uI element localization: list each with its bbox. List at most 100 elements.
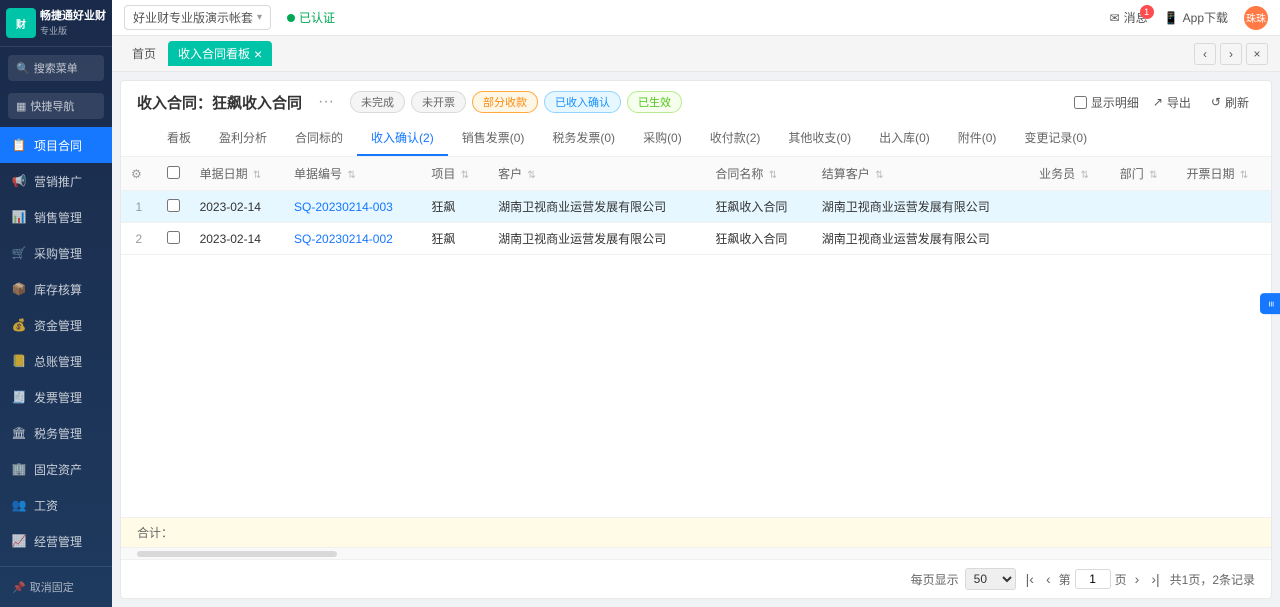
export-button[interactable]: ↗ 导出: [1147, 92, 1197, 113]
tab-其他收支[interactable]: 其他收支(0): [774, 121, 865, 156]
cell-settings: 2: [121, 223, 157, 255]
tab-出入库[interactable]: 出入库(0): [865, 121, 944, 156]
tab-盈利分析[interactable]: 盈利分析: [205, 121, 281, 156]
tab-income-contract[interactable]: 收入合同看板 ×: [168, 41, 272, 66]
tab-附件[interactable]: 附件(0): [944, 121, 1011, 156]
row-checkbox-1[interactable]: [167, 231, 180, 244]
finance-icon: 💰: [10, 316, 28, 334]
refresh-icon: ↺: [1211, 95, 1221, 109]
page-number-input[interactable]: [1075, 569, 1111, 589]
tab-税务发票[interactable]: 税务发票(0): [538, 121, 629, 156]
tab-close-icon[interactable]: ×: [254, 47, 262, 61]
sidebar-item-invoice[interactable]: 🧾 发票管理: [0, 379, 112, 415]
sort-contract-icon[interactable]: ⇅: [769, 170, 777, 181]
tab-收入确认[interactable]: 收入确认(2): [357, 121, 448, 156]
messages-button[interactable]: ✉ 消息 1: [1110, 9, 1148, 26]
prev-page-button[interactable]: ‹: [1042, 569, 1055, 589]
sidebar-item-marketing[interactable]: 📢 营销推广: [0, 163, 112, 199]
cell-project: 狂飙: [421, 223, 488, 255]
app-download-button[interactable]: 📱 App下载: [1164, 9, 1228, 26]
search-menu-button[interactable]: 🔍 搜索菜单: [8, 55, 104, 81]
sidebar-item-tax[interactable]: 🏛 税务管理: [0, 415, 112, 451]
cell-contract: 狂飙收入合同: [705, 191, 811, 223]
user-avatar-button[interactable]: 珠珠: [1244, 6, 1268, 30]
horizontal-scrollbar[interactable]: [137, 551, 337, 557]
scrollbar-row: [121, 547, 1271, 559]
status-tag-未完成[interactable]: 未完成: [350, 91, 405, 113]
th-salesman: 业务员 ⇅: [1029, 157, 1110, 191]
record-link-1[interactable]: SQ-20230214-002: [294, 232, 393, 246]
table-row[interactable]: 1 2023-02-14 SQ-20230214-003 狂飙 湖南卫视商业运营…: [121, 191, 1271, 223]
cell-customer: 湖南卫视商业运营发展有限公司: [488, 191, 705, 223]
cell-salesman: [1029, 191, 1110, 223]
cert-dot-icon: [287, 14, 295, 22]
sidebar-item-finance[interactable]: 💰 资金管理: [0, 307, 112, 343]
asset-icon: 🏢: [10, 460, 28, 478]
refresh-button[interactable]: ↺ 刷新: [1205, 92, 1255, 113]
sort-invoice-date-icon[interactable]: ⇅: [1240, 170, 1248, 181]
status-tag-已生效[interactable]: 已生效: [627, 91, 682, 113]
status-tag-已收入确认[interactable]: 已收入确认: [544, 91, 621, 113]
tab-看板[interactable]: 看板: [153, 121, 205, 156]
tab-prev-button[interactable]: ‹: [1194, 43, 1216, 65]
more-options-button[interactable]: ···: [314, 93, 338, 111]
cert-badge: 已认证: [287, 9, 335, 26]
detail-checkbox-input[interactable]: [1074, 96, 1087, 109]
sort-project-icon[interactable]: ⇅: [461, 170, 469, 181]
logo-sub: 专业版: [40, 24, 106, 37]
sort-customer-icon[interactable]: ⇅: [527, 170, 535, 181]
sidebar-item-label: 项目合同: [34, 137, 82, 154]
settings-icon[interactable]: ⚙: [131, 167, 142, 181]
record-link-0[interactable]: SQ-20230214-003: [294, 200, 393, 214]
first-page-button[interactable]: |‹: [1022, 569, 1038, 589]
next-page-button[interactable]: ›: [1131, 569, 1144, 589]
select-all-checkbox[interactable]: [167, 166, 180, 179]
sort-date-icon[interactable]: ⇅: [253, 170, 261, 181]
sort-salesman-icon[interactable]: ⇅: [1080, 170, 1088, 181]
sort-id-icon[interactable]: ⇅: [347, 170, 355, 181]
company-name: 好业财专业版演示帐套: [133, 9, 253, 26]
cell-settlement: 湖南卫视商业运营发展有限公司: [812, 191, 1029, 223]
sidebar-item-purchase[interactable]: 🛒 采购管理: [0, 235, 112, 271]
sort-dept-icon[interactable]: ⇅: [1149, 170, 1157, 181]
status-tag-部分收款[interactable]: 部分收款: [472, 91, 538, 113]
row-checkbox-0[interactable]: [167, 199, 180, 212]
per-page-select[interactable]: 50 100 200: [965, 568, 1016, 590]
total-info: 共1页，2条记录: [1170, 571, 1255, 588]
show-detail-checkbox[interactable]: 显示明细: [1074, 94, 1139, 111]
table-row[interactable]: 2 2023-02-14 SQ-20230214-002 狂飙 湖南卫视商业运营…: [121, 223, 1271, 255]
tab-变更记录[interactable]: 变更记录(0): [1010, 121, 1101, 156]
sort-settlement-icon[interactable]: ⇅: [875, 170, 883, 181]
sidebar: 财 畅捷通好业财 专业版 🔍 搜索菜单 ▦ 快捷导航 📋 项目合同 📢 营销推广…: [0, 0, 112, 607]
company-selector[interactable]: 好业财专业版演示帐套 ▾: [124, 5, 271, 30]
sidebar-item-inventory[interactable]: 📦 库存核算: [0, 271, 112, 307]
th-checkbox: [157, 157, 190, 191]
tab-next-button[interactable]: ›: [1220, 43, 1242, 65]
message-icon: ✉: [1110, 11, 1120, 25]
sidebar-item-project[interactable]: 📋 项目合同: [0, 127, 112, 163]
th-dept: 部门 ⇅: [1110, 157, 1177, 191]
sidebar-item-general[interactable]: 📒 总账管理: [0, 343, 112, 379]
cell-settings: 1: [121, 191, 157, 223]
cell-checkbox: [157, 223, 190, 255]
tab-收付款[interactable]: 收付款(2): [696, 121, 775, 156]
status-tag-未开票[interactable]: 未开票: [411, 91, 466, 113]
tab-采购[interactable]: 采购(0): [629, 121, 696, 156]
tab-销售发票[interactable]: 销售发票(0): [448, 121, 539, 156]
sidebar-item-report[interactable]: 📄 小畅报告: [0, 559, 112, 566]
unpin-button[interactable]: 📌 取消固定: [8, 575, 104, 599]
right-panel-icon[interactable]: ≡: [1260, 293, 1280, 315]
sidebar-item-hr[interactable]: 👥 工资: [0, 487, 112, 523]
sidebar-item-label: 销售管理: [34, 209, 82, 226]
total-row: 合计：: [121, 517, 1271, 547]
last-page-button[interactable]: ›|: [1147, 569, 1163, 589]
sidebar-item-operation[interactable]: 📈 经营管理: [0, 523, 112, 559]
sidebar-item-sales[interactable]: 📊 销售管理: [0, 199, 112, 235]
quick-nav-button[interactable]: ▦ 快捷导航: [8, 93, 104, 119]
sidebar-item-asset[interactable]: 🏢 固定资产: [0, 451, 112, 487]
tab-home[interactable]: 首页: [124, 41, 164, 66]
tab-close-all-button[interactable]: ×: [1246, 43, 1268, 65]
topbar: 好业财专业版演示帐套 ▾ 已认证 ✉ 消息 1 📱 App下载 珠珠: [112, 0, 1280, 36]
table-area[interactable]: ⚙ 单据日期 ⇅ 单据编号 ⇅: [121, 157, 1271, 517]
tab-合同标的[interactable]: 合同标的: [281, 121, 357, 156]
